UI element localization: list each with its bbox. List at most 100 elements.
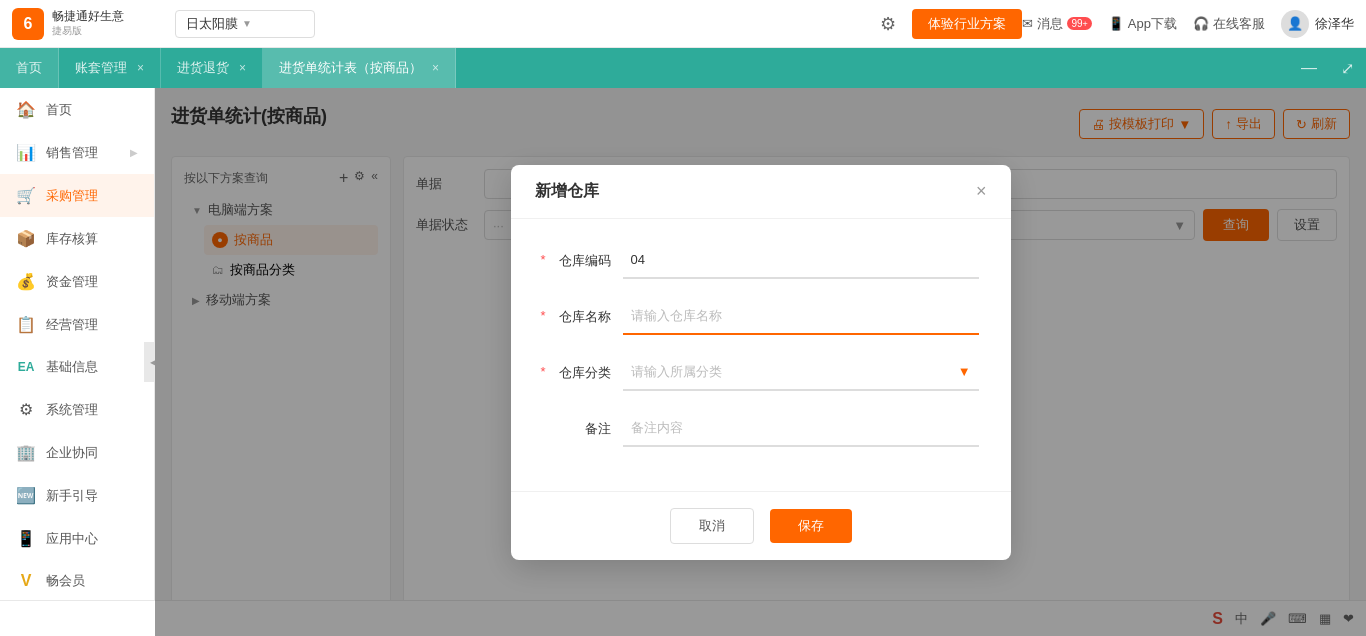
accounts-tab-label: 账套管理: [75, 59, 127, 77]
remark-input[interactable]: [623, 411, 979, 447]
app-download-button[interactable]: 📱 App下载: [1108, 15, 1177, 33]
modal-overlay: 新增仓库 × 仓库编码 仓库名称: [155, 88, 1366, 636]
sidebar-item-app-center[interactable]: 📱 应用中心: [0, 517, 154, 560]
modal-footer: 取消 保存: [511, 491, 1011, 560]
sidebar-label-app-center: 应用中心: [46, 530, 98, 548]
form-row-name: 仓库名称: [543, 299, 979, 335]
app-sub: 捷易版: [52, 24, 124, 38]
purchase-icon: 🛒: [16, 186, 36, 205]
tab-expand-icon[interactable]: ⤢: [1329, 59, 1366, 78]
user-avatar: 👤: [1281, 10, 1309, 38]
code-input[interactable]: [623, 243, 979, 279]
sidebar-label-purchase: 采购管理: [46, 187, 98, 205]
name-label: 仓库名称: [543, 308, 623, 326]
tab-bar: 首页 账套管理 × 进货退货 × 进货单统计表（按商品） × — ⤢: [0, 48, 1366, 88]
cancel-button[interactable]: 取消: [670, 508, 754, 544]
headset-icon: 🎧: [1193, 16, 1209, 31]
purchase-return-tab-label: 进货退货: [177, 59, 229, 77]
tab-home[interactable]: 首页: [0, 48, 59, 88]
sidebar-item-business[interactable]: 📋 经营管理: [0, 303, 154, 346]
app-center-icon: 📱: [16, 529, 36, 548]
username-label: 徐泽华: [1315, 15, 1354, 33]
sidebar-item-finance[interactable]: 💰 资金管理: [0, 260, 154, 303]
sidebar-item-vip[interactable]: V 畅会员: [0, 560, 154, 602]
sidebar-item-sales[interactable]: 📊 销售管理 ▶: [0, 131, 154, 174]
store-name: 日太阳膜: [186, 15, 238, 33]
name-input[interactable]: [623, 299, 979, 335]
form-row-code: 仓库编码: [543, 243, 979, 279]
home-tab-label: 首页: [16, 59, 42, 77]
store-dropdown-arrow: ▼: [242, 18, 252, 29]
close-purchase-return-tab-icon[interactable]: ×: [239, 61, 246, 75]
sales-icon: 📊: [16, 143, 36, 162]
header-actions: ⚙ 体验行业方案: [880, 9, 1022, 39]
user-profile[interactable]: 👤 徐泽华: [1281, 10, 1354, 38]
trial-button[interactable]: 体验行业方案: [912, 9, 1022, 39]
form-row-remark: 备注: [543, 411, 979, 447]
message-button[interactable]: ✉ 消息 99+: [1022, 15, 1091, 33]
sidebar-label-vip: 畅会员: [46, 572, 85, 590]
settings-icon[interactable]: ⚙: [880, 13, 896, 35]
sidebar-label-basic-info: 基础信息: [46, 358, 98, 376]
store-selector[interactable]: 日太阳膜 ▼: [175, 10, 315, 38]
enterprise-icon: 🏢: [16, 443, 36, 462]
sidebar-label-inventory: 库存核算: [46, 230, 98, 248]
sidebar-item-newbie[interactable]: 🆕 新手引导: [0, 474, 154, 517]
tab-accounts[interactable]: 账套管理 ×: [59, 48, 161, 88]
form-row-category: 仓库分类 请输入所属分类 ▼: [543, 355, 979, 391]
vip-icon: V: [16, 572, 36, 590]
save-button[interactable]: 保存: [770, 509, 852, 543]
remark-label: 备注: [543, 420, 623, 438]
category-select[interactable]: 请输入所属分类 ▼: [623, 355, 979, 391]
new-warehouse-modal: 新增仓库 × 仓库编码 仓库名称: [511, 165, 1011, 560]
tab-purchase-stats[interactable]: 进货单统计表（按商品） ×: [263, 48, 456, 88]
app-logo-icon: 6: [12, 8, 44, 40]
category-dropdown-icon: ▼: [958, 364, 971, 379]
close-accounts-tab-icon[interactable]: ×: [137, 61, 144, 75]
sidebar-item-enterprise[interactable]: 🏢 企业协同: [0, 431, 154, 474]
sidebar-label-newbie: 新手引导: [46, 487, 98, 505]
tab-purchase-return[interactable]: 进货退货 ×: [161, 48, 263, 88]
category-label: 仓库分类: [543, 364, 623, 382]
mobile-icon: 📱: [1108, 16, 1124, 31]
modal-header: 新增仓库 ×: [511, 165, 1011, 219]
category-placeholder: 请输入所属分类: [631, 363, 722, 381]
tab-right-buttons: — ⤢: [1289, 48, 1366, 88]
sidebar-label-enterprise: 企业协同: [46, 444, 98, 462]
message-badge: 99+: [1067, 17, 1091, 30]
sidebar-item-inventory[interactable]: 📦 库存核算: [0, 217, 154, 260]
basic-info-icon: EA: [16, 360, 36, 374]
message-icon: ✉: [1022, 16, 1033, 31]
newbie-icon: 🆕: [16, 486, 36, 505]
sidebar-label-system: 系统管理: [46, 401, 98, 419]
sidebar-item-basic-info[interactable]: EA 基础信息: [0, 346, 154, 388]
main-layout: 🏠 首页 📊 销售管理 ▶ 🛒 采购管理 📦 库存核算 💰 资金管理 📋 经营管…: [0, 88, 1366, 636]
code-label: 仓库编码: [543, 252, 623, 270]
close-purchase-stats-tab-icon[interactable]: ×: [432, 61, 439, 75]
sidebar-item-system[interactable]: ⚙ 系统管理: [0, 388, 154, 431]
inventory-icon: 📦: [16, 229, 36, 248]
sidebar: 🏠 首页 📊 销售管理 ▶ 🛒 采购管理 📦 库存核算 💰 资金管理 📋 经营管…: [0, 88, 155, 636]
tab-minimize-icon[interactable]: —: [1289, 59, 1329, 77]
sidebar-label-business: 经营管理: [46, 316, 98, 334]
sidebar-item-purchase[interactable]: 🛒 采购管理: [0, 174, 154, 217]
finance-icon: 💰: [16, 272, 36, 291]
header-right: ✉ 消息 99+ 📱 App下载 🎧 在线客服 👤 徐泽华: [1022, 10, 1354, 38]
app-name: 畅捷通好生意: [52, 9, 124, 25]
page-content: 进货单统计(按商品) 🖨 按模板打印 ▼ ↑ 导出 ↻ 刷新: [155, 88, 1366, 636]
business-icon: 📋: [16, 315, 36, 334]
modal-body: 仓库编码 仓库名称 仓库分类: [511, 219, 1011, 491]
top-header: 6 畅捷通好生意 捷易版 日太阳膜 ▼ ⚙ 体验行业方案 ✉ 消息 99+ 📱 …: [0, 0, 1366, 48]
logo-area: 6 畅捷通好生意 捷易版: [12, 8, 167, 40]
sidebar-label-home: 首页: [46, 101, 72, 119]
message-label: 消息: [1037, 15, 1063, 33]
sales-expand-icon: ▶: [130, 147, 138, 158]
system-icon: ⚙: [16, 400, 36, 419]
sidebar-label-sales: 销售管理: [46, 144, 98, 162]
sidebar-label-finance: 资金管理: [46, 273, 98, 291]
modal-close-icon[interactable]: ×: [976, 181, 987, 202]
purchase-stats-tab-label: 进货单统计表（按商品）: [279, 59, 422, 77]
online-service-button[interactable]: 🎧 在线客服: [1193, 15, 1265, 33]
sidebar-item-home[interactable]: 🏠 首页: [0, 88, 154, 131]
home-icon: 🏠: [16, 100, 36, 119]
